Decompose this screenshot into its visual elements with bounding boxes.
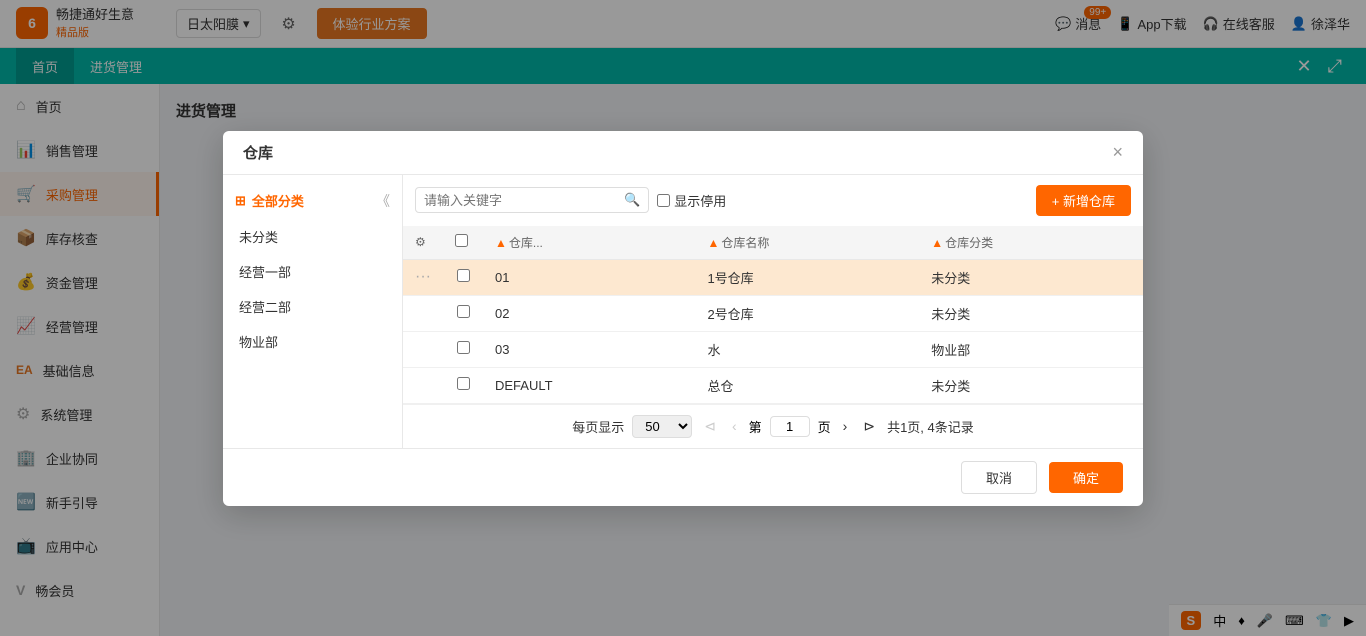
cancel-button[interactable]: 取消 — [961, 461, 1037, 494]
right-panel: 🔍 显示停用 + 新增仓库 ⚙ — [403, 175, 1143, 448]
last-page-button[interactable]: ⊳ — [859, 416, 879, 437]
category-panel: ⊞ 全部分类 《 未分类 经营一部 经营二部 物业部 — [223, 175, 403, 448]
row-check-3[interactable] — [443, 331, 483, 367]
warehouse-dialog: 仓库 × ⊞ 全部分类 《 未分类 经营一部 经营二部 物业部 — [223, 131, 1143, 506]
category-item-op1[interactable]: 经营一部 — [223, 254, 402, 289]
row-check-2[interactable] — [443, 295, 483, 331]
col-check — [443, 226, 483, 260]
table-row[interactable]: DEFAULT 总仓 未分类 — [403, 367, 1143, 403]
table-body: ··· 01 1号仓库 未分类 02 2号仓库 — [403, 259, 1143, 403]
col-name: ▲仓库名称 — [695, 226, 919, 260]
row-gear-4[interactable] — [403, 367, 443, 403]
pagination: 每页显示 50 100 ⊲ ‹ 第 页 › ⊳ 共1页, 4条记录 — [403, 404, 1143, 448]
col-gear: ⚙ — [403, 226, 443, 260]
row-checkbox-4[interactable] — [457, 377, 470, 390]
row-category-3: 物业部 — [919, 331, 1143, 367]
table-row[interactable]: 02 2号仓库 未分类 — [403, 295, 1143, 331]
row-checkbox-2[interactable] — [457, 305, 470, 318]
confirm-button[interactable]: 确定 — [1049, 462, 1123, 493]
table-row[interactable]: 03 水 物业部 — [403, 331, 1143, 367]
per-page-label: 每页显示 — [572, 417, 624, 436]
col-code: ▲仓库... — [483, 226, 695, 260]
row-category-1: 未分类 — [919, 259, 1143, 295]
row-code-4: DEFAULT — [483, 367, 695, 403]
table-row[interactable]: ··· 01 1号仓库 未分类 — [403, 259, 1143, 295]
row-name-1: 1号仓库 — [695, 259, 919, 295]
col-category: ▲仓库分类 — [919, 226, 1143, 260]
warehouse-table-wrap: ⚙ ▲仓库... ▲仓库名称 ▲仓库分类 ··· 01 — [403, 226, 1143, 404]
row-check-4[interactable] — [443, 367, 483, 403]
row-checkbox-1[interactable] — [457, 269, 470, 282]
category-item-unclassified[interactable]: 未分类 — [223, 219, 402, 254]
row-code-1: 01 — [483, 259, 695, 295]
page-suffix: 页 — [818, 417, 831, 436]
grid-icon: ⊞ — [235, 193, 246, 209]
row-name-2: 2号仓库 — [695, 295, 919, 331]
dialog-header: 仓库 × — [223, 131, 1143, 175]
select-all-checkbox[interactable] — [455, 234, 468, 247]
sort-icon-category: ▲ — [931, 236, 943, 250]
page-label: 第 — [749, 417, 762, 436]
dialog-close-button[interactable]: × — [1112, 142, 1123, 163]
search-area: 🔍 显示停用 — [415, 187, 726, 213]
all-category-button[interactable]: ⊞ 全部分类 — [235, 191, 304, 210]
category-item-property[interactable]: 物业部 — [223, 324, 402, 359]
first-page-button[interactable]: ⊲ — [700, 416, 720, 437]
row-code-3: 03 — [483, 331, 695, 367]
panel-header: ⊞ 全部分类 《 — [223, 183, 402, 219]
table-header: ⚙ ▲仓库... ▲仓库名称 ▲仓库分类 — [403, 226, 1143, 260]
sort-icon-name: ▲ — [707, 236, 719, 250]
table-toolbar: 🔍 显示停用 + 新增仓库 — [403, 175, 1143, 226]
row-code-2: 02 — [483, 295, 695, 331]
page-input[interactable] — [770, 416, 810, 437]
category-item-op2[interactable]: 经营二部 — [223, 289, 402, 324]
next-page-button[interactable]: › — [839, 416, 852, 436]
dialog-footer: 取消 确定 — [223, 448, 1143, 506]
all-category-label: 全部分类 — [252, 191, 304, 210]
row-checkbox-3[interactable] — [457, 341, 470, 354]
dialog-overlay: 仓库 × ⊞ 全部分类 《 未分类 经营一部 经营二部 物业部 — [0, 0, 1366, 636]
show-disabled-check[interactable] — [657, 194, 670, 207]
show-disabled-label: 显示停用 — [674, 191, 726, 210]
sort-icon-code: ▲ — [495, 236, 507, 250]
warehouse-table: ⚙ ▲仓库... ▲仓库名称 ▲仓库分类 ··· 01 — [403, 226, 1143, 404]
page-info: 共1页, 4条记录 — [887, 417, 974, 436]
dialog-body: ⊞ 全部分类 《 未分类 经营一部 经营二部 物业部 🔍 — [223, 175, 1143, 448]
row-check-1[interactable] — [443, 259, 483, 295]
search-input[interactable] — [424, 193, 624, 208]
row-category-2: 未分类 — [919, 295, 1143, 331]
collapse-button[interactable]: 《 — [376, 191, 390, 211]
prev-page-button[interactable]: ‹ — [728, 416, 741, 436]
per-page-select[interactable]: 50 100 — [632, 415, 692, 438]
row-category-4: 未分类 — [919, 367, 1143, 403]
add-warehouse-button[interactable]: + 新增仓库 — [1036, 185, 1131, 216]
dialog-title: 仓库 — [243, 142, 273, 163]
row-gear-1[interactable]: ··· — [403, 259, 443, 295]
show-disabled-checkbox[interactable]: 显示停用 — [657, 191, 726, 210]
row-name-4: 总仓 — [695, 367, 919, 403]
search-icon[interactable]: 🔍 — [624, 192, 640, 208]
search-input-wrap: 🔍 — [415, 187, 649, 213]
row-gear-3[interactable] — [403, 331, 443, 367]
row-name-3: 水 — [695, 331, 919, 367]
row-gear-2[interactable] — [403, 295, 443, 331]
